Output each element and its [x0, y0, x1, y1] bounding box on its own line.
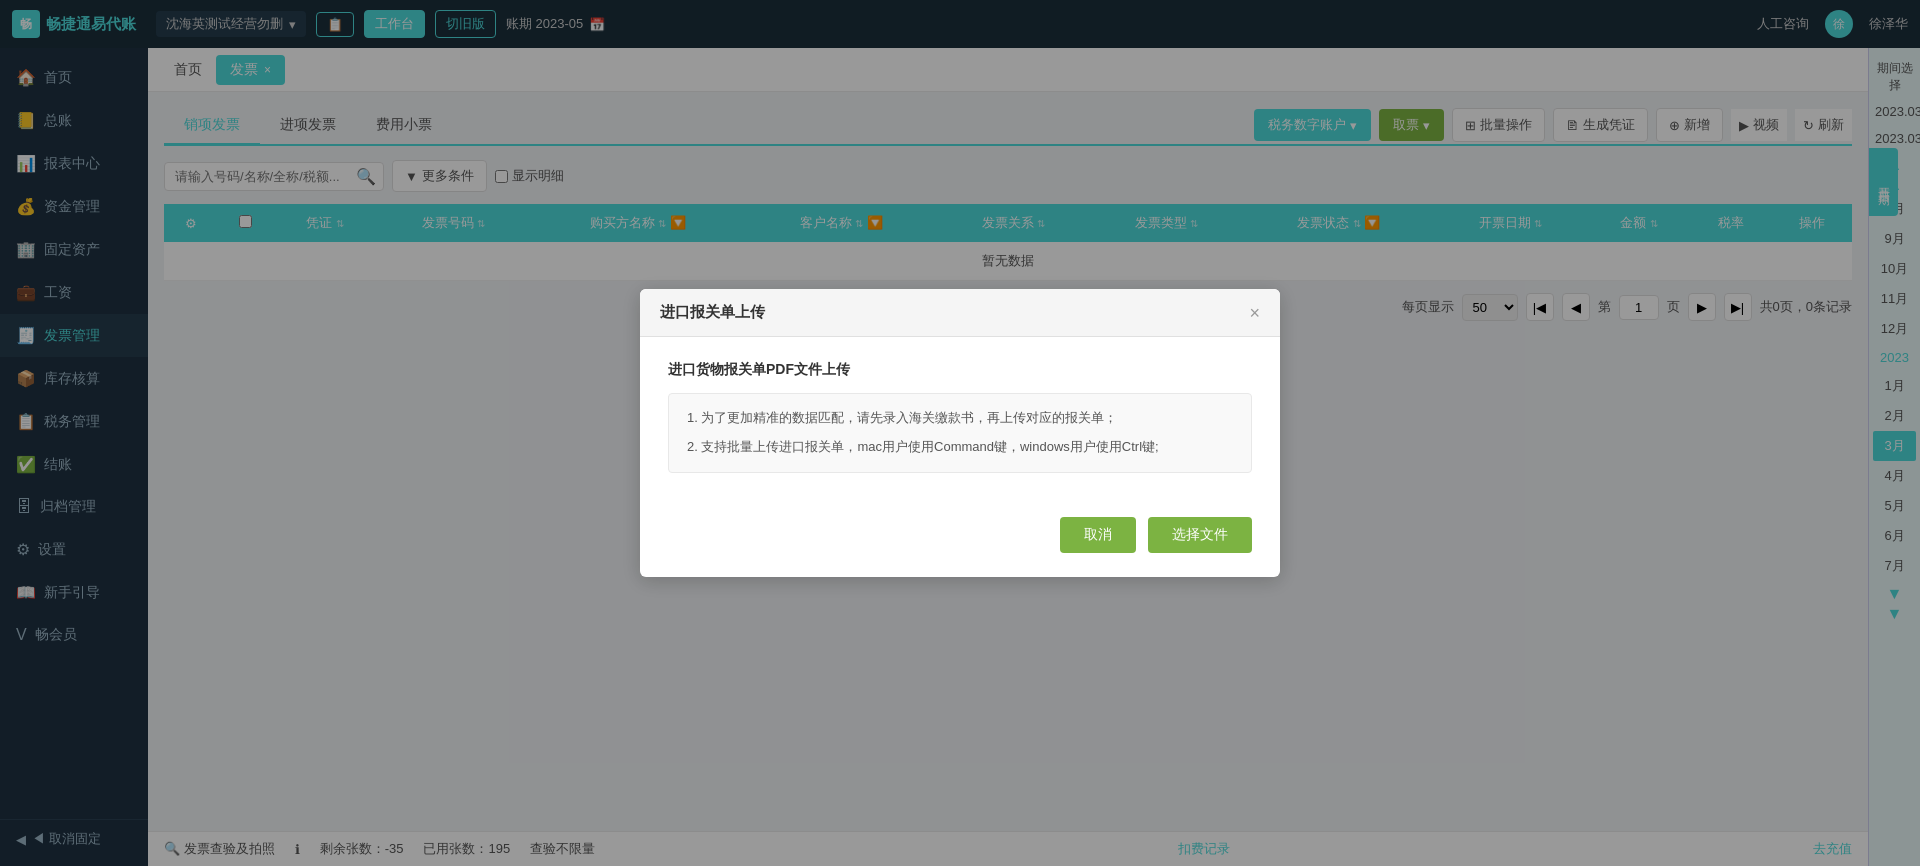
modal-overlay: 进口报关单上传 × 进口货物报关单PDF文件上传 1. 为了更加精准的数据匹配，…: [0, 0, 1920, 866]
modal-instruction-2: 2. 支持批量上传进口报关单，mac用户使用Command键，windows用户…: [687, 437, 1233, 458]
modal-instruction-1: 1. 为了更加精准的数据匹配，请先录入海关缴款书，再上传对应的报关单；: [687, 408, 1233, 429]
modal-header: 进口报关单上传 ×: [640, 289, 1280, 337]
modal-info-box: 1. 为了更加精准的数据匹配，请先录入海关缴款书，再上传对应的报关单； 2. 支…: [668, 393, 1252, 473]
modal-cancel-button[interactable]: 取消: [1060, 517, 1136, 553]
modal-body: 进口货物报关单PDF文件上传 1. 为了更加精准的数据匹配，请先录入海关缴款书，…: [640, 337, 1280, 517]
modal-confirm-button[interactable]: 选择文件: [1148, 517, 1252, 553]
import-modal: 进口报关单上传 × 进口货物报关单PDF文件上传 1. 为了更加精准的数据匹配，…: [640, 289, 1280, 577]
modal-title: 进口报关单上传: [660, 303, 765, 322]
modal-section-title: 进口货物报关单PDF文件上传: [668, 361, 1252, 379]
modal-close-btn[interactable]: ×: [1249, 304, 1260, 322]
modal-footer: 取消 选择文件: [640, 517, 1280, 577]
